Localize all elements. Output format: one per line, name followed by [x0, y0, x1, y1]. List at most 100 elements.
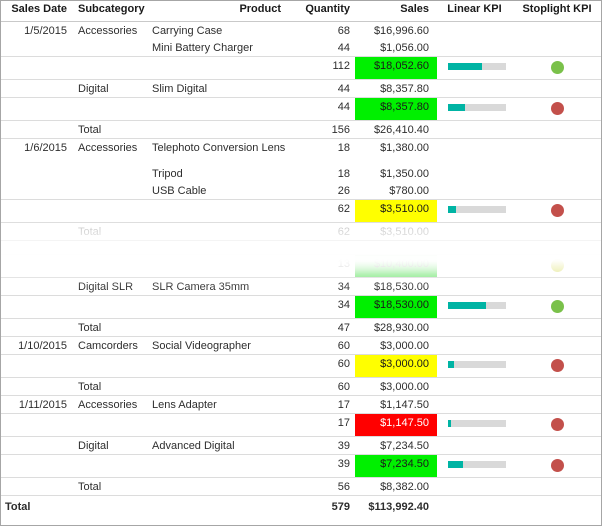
cell-quantity: 112 — [289, 55, 355, 80]
table-row: Total 47 $28,930.00 — [1, 318, 601, 337]
cell-quantity: 39 — [337, 440, 350, 452]
cell-sales-date — [1, 413, 75, 437]
cell-product — [147, 55, 289, 80]
table-row: Tripod 18 $1,350.00 — [1, 165, 601, 182]
linear-kpi-track — [448, 361, 506, 368]
cell-sales-date: 1/5/2015 — [24, 24, 67, 37]
linear-kpi-bar — [448, 206, 456, 213]
cell-stoplight-kpi — [513, 354, 601, 378]
cell-subcategory: Accessories — [78, 24, 138, 37]
linear-kpi-bar — [448, 302, 487, 309]
column-header-subcategory: Subcategory — [75, 1, 147, 22]
cell-stoplight-kpi — [513, 413, 601, 437]
cell-linear-kpi — [437, 377, 513, 396]
cell-sales-date — [1, 437, 75, 455]
table-row: Total 56 $8,382.00 — [1, 477, 601, 496]
cell-sales-date — [1, 295, 75, 319]
cell-subcategory: Total — [75, 120, 147, 139]
table-row: Total 156 $26,410.40 — [1, 120, 601, 139]
cell-product: Mini Battery Charger — [152, 41, 253, 54]
cell-sales: $3,000.00 — [355, 354, 437, 378]
cell-quantity: 56 — [289, 477, 355, 496]
cell-subcategory: Total — [75, 377, 147, 396]
cell-sales-date — [1, 354, 75, 378]
cell-subcategory: Accessories — [78, 399, 138, 411]
cell-sales: $10,400.00 — [355, 254, 437, 278]
cell-quantity: 17 — [337, 399, 350, 411]
table-row: 62 $3,510.00 — [1, 199, 601, 223]
table-row: Total 60 $3,000.00 — [1, 377, 601, 396]
cell-linear-kpi — [437, 413, 513, 437]
cell-product — [147, 254, 289, 278]
cell-product — [147, 495, 289, 518]
cell-linear-kpi — [437, 254, 513, 278]
cell-subcategory — [75, 454, 147, 478]
cell-sales-date — [1, 254, 75, 278]
cell-subcategory — [75, 55, 147, 80]
cell-subcategory: Total — [75, 477, 147, 496]
cell-quantity: 60 — [289, 377, 355, 396]
cell-subcategory — [75, 254, 147, 278]
stoplight-red-icon — [550, 101, 564, 115]
cell-linear-kpi — [437, 165, 513, 182]
cell-sales: $16,996.60 — [373, 24, 429, 37]
cell-sales: $780.00 — [389, 185, 429, 197]
cell-subcategory: Digital — [78, 82, 109, 95]
cell-subcategory: Camcorders — [78, 340, 138, 352]
cell-sales: $1,147.50 — [380, 399, 429, 411]
table-row: 34 $18,530.00 — [1, 295, 601, 319]
linear-kpi-bar — [448, 420, 451, 427]
cell-product — [147, 377, 289, 396]
cell-quantity: 62 — [289, 199, 355, 223]
cell-sales: $1,056.00 — [380, 41, 429, 54]
table-row: 1/5/2015 Accessories Carrying Case 68 $16,99… — [1, 21, 601, 39]
cell-subcategory — [75, 354, 147, 378]
stoplight-red-icon — [550, 459, 564, 472]
cell-sales: $28,930.00 — [355, 318, 437, 337]
cell-sales-date — [1, 39, 75, 57]
cell-linear-kpi — [437, 318, 513, 337]
stoplight-red-icon — [550, 418, 564, 431]
cell-stoplight-kpi — [513, 318, 601, 337]
cell-quantity: 579 — [289, 495, 355, 518]
cell-quantity: 17 — [289, 413, 355, 437]
table-row: 39 $7,234.50 — [1, 454, 601, 478]
cell-product — [147, 354, 289, 378]
cell-subcategory — [75, 413, 147, 437]
linear-kpi-track — [448, 461, 506, 468]
cell-linear-kpi — [437, 354, 513, 378]
linear-kpi-bar — [448, 461, 464, 468]
cell-linear-kpi — [437, 21, 513, 39]
table-header: Sales Date Subcategory Product Quantity Sale… — [1, 1, 601, 22]
table-row: USB Cable 26 $780.00 — [1, 182, 601, 200]
cell-sales: $3,510.00 — [355, 199, 437, 223]
cell-product — [147, 295, 289, 319]
cell-sales-date — [1, 454, 75, 478]
cell-quantity: 39 — [289, 454, 355, 478]
column-header-stoplight-kpi: Stoplight KPI — [513, 1, 601, 22]
table-row: 60 $3,000.00 — [1, 354, 601, 378]
cell-product — [147, 413, 289, 437]
stoplight-green-icon — [550, 60, 564, 74]
column-header-product: Product — [147, 1, 289, 22]
cell-subcategory — [75, 199, 147, 223]
cell-quantity: 60 — [289, 354, 355, 378]
cell-sales: $18,052.60 — [355, 55, 437, 80]
cell-stoplight-kpi — [513, 337, 601, 355]
cell-sales: $8,357.80 — [355, 96, 437, 121]
table-row: 1/10/2015 Camcorders Social Videographer 60… — [1, 337, 601, 355]
cell-product — [147, 318, 289, 337]
linear-kpi-track — [448, 206, 506, 213]
cell-quantity: 62 — [289, 222, 355, 241]
table-row: 1/11/2015 Accessories Lens Adapter 17 $1,147… — [1, 396, 601, 414]
cell-product — [147, 120, 289, 139]
kpi-sales-report: Sales Date Subcategory Product Quantity Sale… — [0, 0, 602, 526]
cell-sales-date: Total — [1, 495, 75, 518]
linear-kpi-bar — [448, 361, 454, 368]
cell-product: Social Videographer — [152, 340, 251, 352]
cell-linear-kpi — [437, 199, 513, 223]
cell-sales: $7,234.50 — [380, 440, 429, 452]
cell-sales-date — [1, 318, 75, 337]
cell-product: Tripod — [152, 168, 183, 180]
table-row: 1/6/2015 Accessories Telephoto Conversion … — [1, 138, 601, 165]
